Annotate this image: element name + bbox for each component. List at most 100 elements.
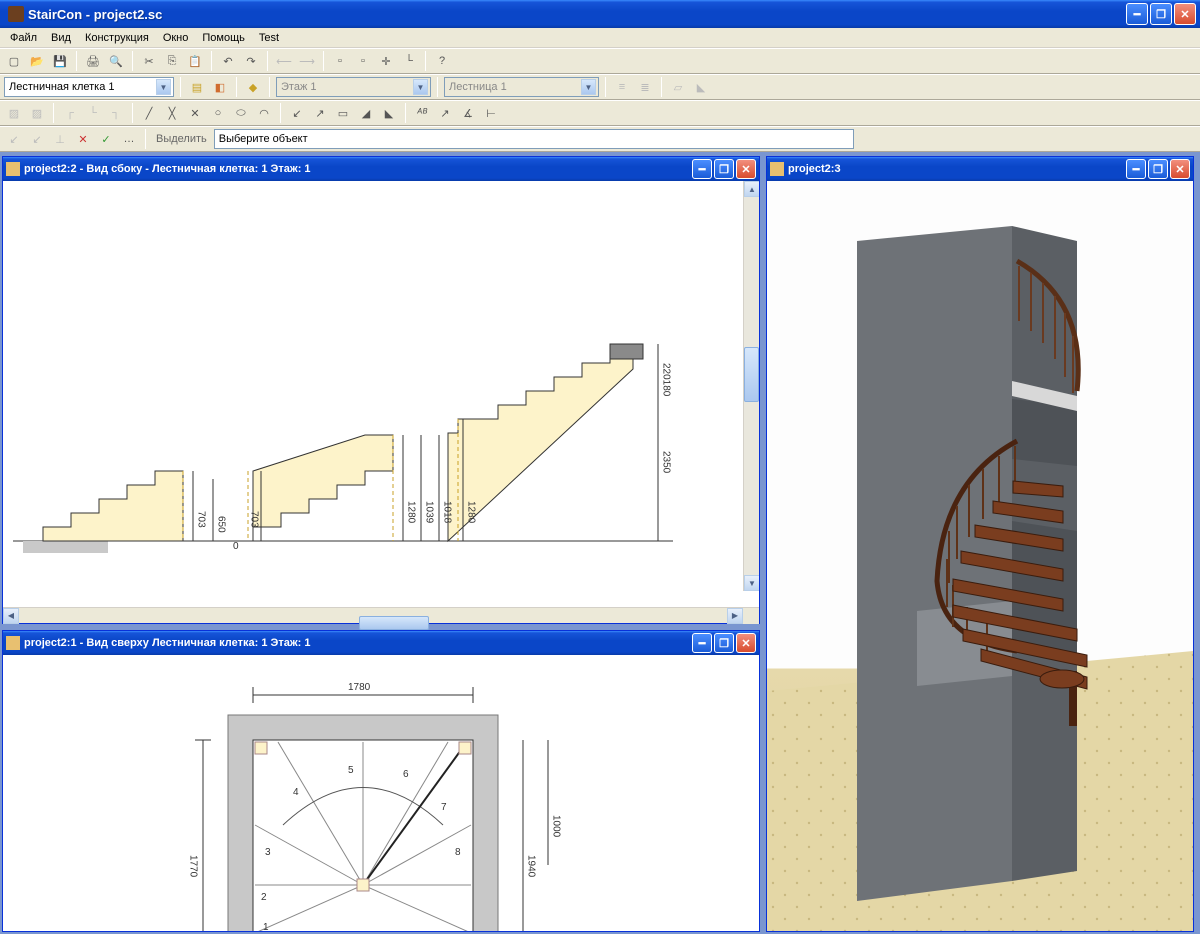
scroll-vertical[interactable]: ▲ ▼ — [743, 181, 759, 591]
copy-button[interactable]: ⎘ — [162, 51, 182, 71]
snap-3-button[interactable]: ✛ — [376, 51, 396, 71]
minimize-button[interactable]: ━ — [692, 159, 712, 179]
undo-button[interactable]: ↶ — [218, 51, 238, 71]
dim-5[interactable]: ◣ — [379, 103, 399, 123]
side-view-canvas[interactable]: 703 650 0 703 1280 1039 1018 1280 2350 — [3, 181, 759, 607]
close-button[interactable]: ✕ — [736, 633, 756, 653]
help-button[interactable]: ? — [432, 51, 452, 71]
toolbar-standard: ▢ 📂 💾 🖨 🔍 ✂ ⎘ 📋 ↶ ↷ ⟵ ⟶ ▫ ▫ ✛ └ ? — [0, 48, 1200, 74]
save-button[interactable]: 💾 — [50, 51, 70, 71]
cmd-ok[interactable]: ✓ — [96, 129, 116, 149]
tool-b-button[interactable]: ⟶ — [297, 51, 317, 71]
arc-tool[interactable]: ◠ — [254, 103, 274, 123]
cmd-more[interactable]: … — [119, 129, 139, 149]
toolbar-drawing: ▨ ▨ ┌ └ ┐ ╱ ╳ ✕ ○ ⬭ ◠ ↙ ↗ ▭ ◢ ◣ ᴬᴮ ↗ ∡ ⊢ — [0, 100, 1200, 126]
circle-tool[interactable]: ○ — [208, 103, 228, 123]
paste-button[interactable]: 📋 — [185, 51, 205, 71]
angle-tool[interactable]: ∡ — [458, 103, 478, 123]
floor-combo[interactable]: Этаж 1▼ — [276, 77, 431, 97]
floor-combo-value: Этаж 1 — [281, 81, 316, 93]
scroll-up-button[interactable]: ▲ — [744, 181, 759, 197]
maximize-button[interactable]: ❐ — [714, 159, 734, 179]
snap-1-button[interactable]: ▫ — [330, 51, 350, 71]
marker-tool[interactable]: ⊢ — [481, 103, 501, 123]
close-button[interactable]: ✕ — [1174, 3, 1196, 25]
top-view-canvas[interactable]: 1780 1770 1940 1000 — [3, 655, 759, 931]
dim-3[interactable]: ▭ — [333, 103, 353, 123]
cmd-1[interactable]: ↙ — [4, 129, 24, 149]
new-button[interactable]: ▢ — [4, 51, 24, 71]
tool-a-button[interactable]: ⟵ — [274, 51, 294, 71]
toolbar-command: ↙ ↙ ⊥ ✕ ✓ … Выделить Выберите объект — [0, 126, 1200, 152]
text-tool[interactable]: ᴬᴮ — [412, 103, 432, 123]
svg-text:1: 1 — [263, 922, 269, 931]
maximize-button[interactable]: ❐ — [1148, 159, 1168, 179]
minimize-button[interactable]: ━ — [1126, 3, 1148, 25]
scroll-down-button[interactable]: ▼ — [744, 575, 759, 591]
menu-test[interactable]: Test — [253, 30, 285, 46]
stairwell-combo-value: Лестничная клетка 1 — [9, 81, 115, 93]
print-button[interactable]: 🖨 — [83, 51, 103, 71]
window-3d-view[interactable]: project2:3 ━ ❐ ✕ — [766, 156, 1194, 932]
window-top-titlebar[interactable]: project2:1 - Вид сверху Лестничная клетк… — [3, 631, 759, 655]
hide-button[interactable]: ◆ — [243, 77, 263, 97]
svg-text:1770: 1770 — [188, 855, 199, 878]
ellipse-tool[interactable]: ⬭ — [231, 103, 251, 123]
menu-construction[interactable]: Конструкция — [79, 30, 155, 46]
window-top-view[interactable]: project2:1 - Вид сверху Лестничная клетк… — [2, 630, 760, 932]
maximize-button[interactable]: ❐ — [714, 633, 734, 653]
dim-1[interactable]: ↙ — [287, 103, 307, 123]
main-titlebar: StairCon - project2.sc ━ ❐ ✕ — [0, 0, 1200, 28]
menu-view[interactable]: Вид — [45, 30, 77, 46]
snap-2-button[interactable]: ▫ — [353, 51, 373, 71]
cmd-2[interactable]: ↙ — [27, 129, 47, 149]
align-l-button[interactable]: ≡ — [612, 77, 632, 97]
shape-1-button[interactable]: ▱ — [668, 77, 688, 97]
menu-window[interactable]: Окно — [157, 30, 195, 46]
dim-2[interactable]: ↗ — [310, 103, 330, 123]
menu-file[interactable]: Файл — [4, 30, 43, 46]
draw-4[interactable]: └ — [83, 103, 103, 123]
minimize-button[interactable]: ━ — [1126, 159, 1146, 179]
draw-3[interactable]: ┌ — [60, 103, 80, 123]
maximize-button[interactable]: ❐ — [1150, 3, 1172, 25]
leader-tool[interactable]: ↗ — [435, 103, 455, 123]
close-button[interactable]: ✕ — [1170, 159, 1190, 179]
menu-help[interactable]: Помощь — [196, 30, 251, 46]
svg-text:1018: 1018 — [442, 501, 453, 524]
minimize-button[interactable]: ━ — [692, 633, 712, 653]
window-side-titlebar[interactable]: project2:2 - Вид сбоку - Лестничная клет… — [3, 157, 759, 181]
svg-text:8: 8 — [455, 847, 461, 858]
scroll-horizontal[interactable]: ◀ ▶ — [3, 607, 759, 623]
cmd-cancel[interactable]: ✕ — [73, 129, 93, 149]
open-button[interactable]: 📂 — [27, 51, 47, 71]
print-preview-button[interactable]: 🔍 — [106, 51, 126, 71]
redo-button[interactable]: ↷ — [241, 51, 261, 71]
svg-text:1280: 1280 — [406, 501, 417, 524]
cross-tool[interactable]: ✕ — [185, 103, 205, 123]
line-tool[interactable]: ╱ — [139, 103, 159, 123]
scroll-right-button[interactable]: ▶ — [727, 608, 743, 624]
stairwell-combo[interactable]: Лестничная клетка 1▼ — [4, 77, 174, 97]
cmd-3[interactable]: ⊥ — [50, 129, 70, 149]
multi-line-tool[interactable]: ╳ — [162, 103, 182, 123]
window-side-view[interactable]: project2:2 - Вид сбоку - Лестничная клет… — [2, 156, 760, 624]
draw-2[interactable]: ▨ — [27, 103, 47, 123]
3d-view-canvas[interactable] — [767, 181, 1193, 931]
shape-2-button[interactable]: ◣ — [691, 77, 711, 97]
layer-button[interactable]: ▤ — [187, 77, 207, 97]
command-input[interactable]: Выберите объект — [214, 129, 854, 149]
draw-5[interactable]: ┐ — [106, 103, 126, 123]
scroll-left-button[interactable]: ◀ — [3, 608, 19, 624]
stair-combo[interactable]: Лестница 1▼ — [444, 77, 599, 97]
snap-4-button[interactable]: └ — [399, 51, 419, 71]
dim-4[interactable]: ◢ — [356, 103, 376, 123]
eraser-button[interactable]: ◧ — [210, 77, 230, 97]
svg-text:703: 703 — [249, 511, 260, 528]
toolbar-context: Лестничная клетка 1▼ ▤ ◧ ◆ Этаж 1▼ Лестн… — [0, 74, 1200, 100]
align-c-button[interactable]: ≣ — [635, 77, 655, 97]
window-3d-titlebar[interactable]: project2:3 ━ ❐ ✕ — [767, 157, 1193, 181]
cut-button[interactable]: ✂ — [139, 51, 159, 71]
draw-1[interactable]: ▨ — [4, 103, 24, 123]
close-button[interactable]: ✕ — [736, 159, 756, 179]
